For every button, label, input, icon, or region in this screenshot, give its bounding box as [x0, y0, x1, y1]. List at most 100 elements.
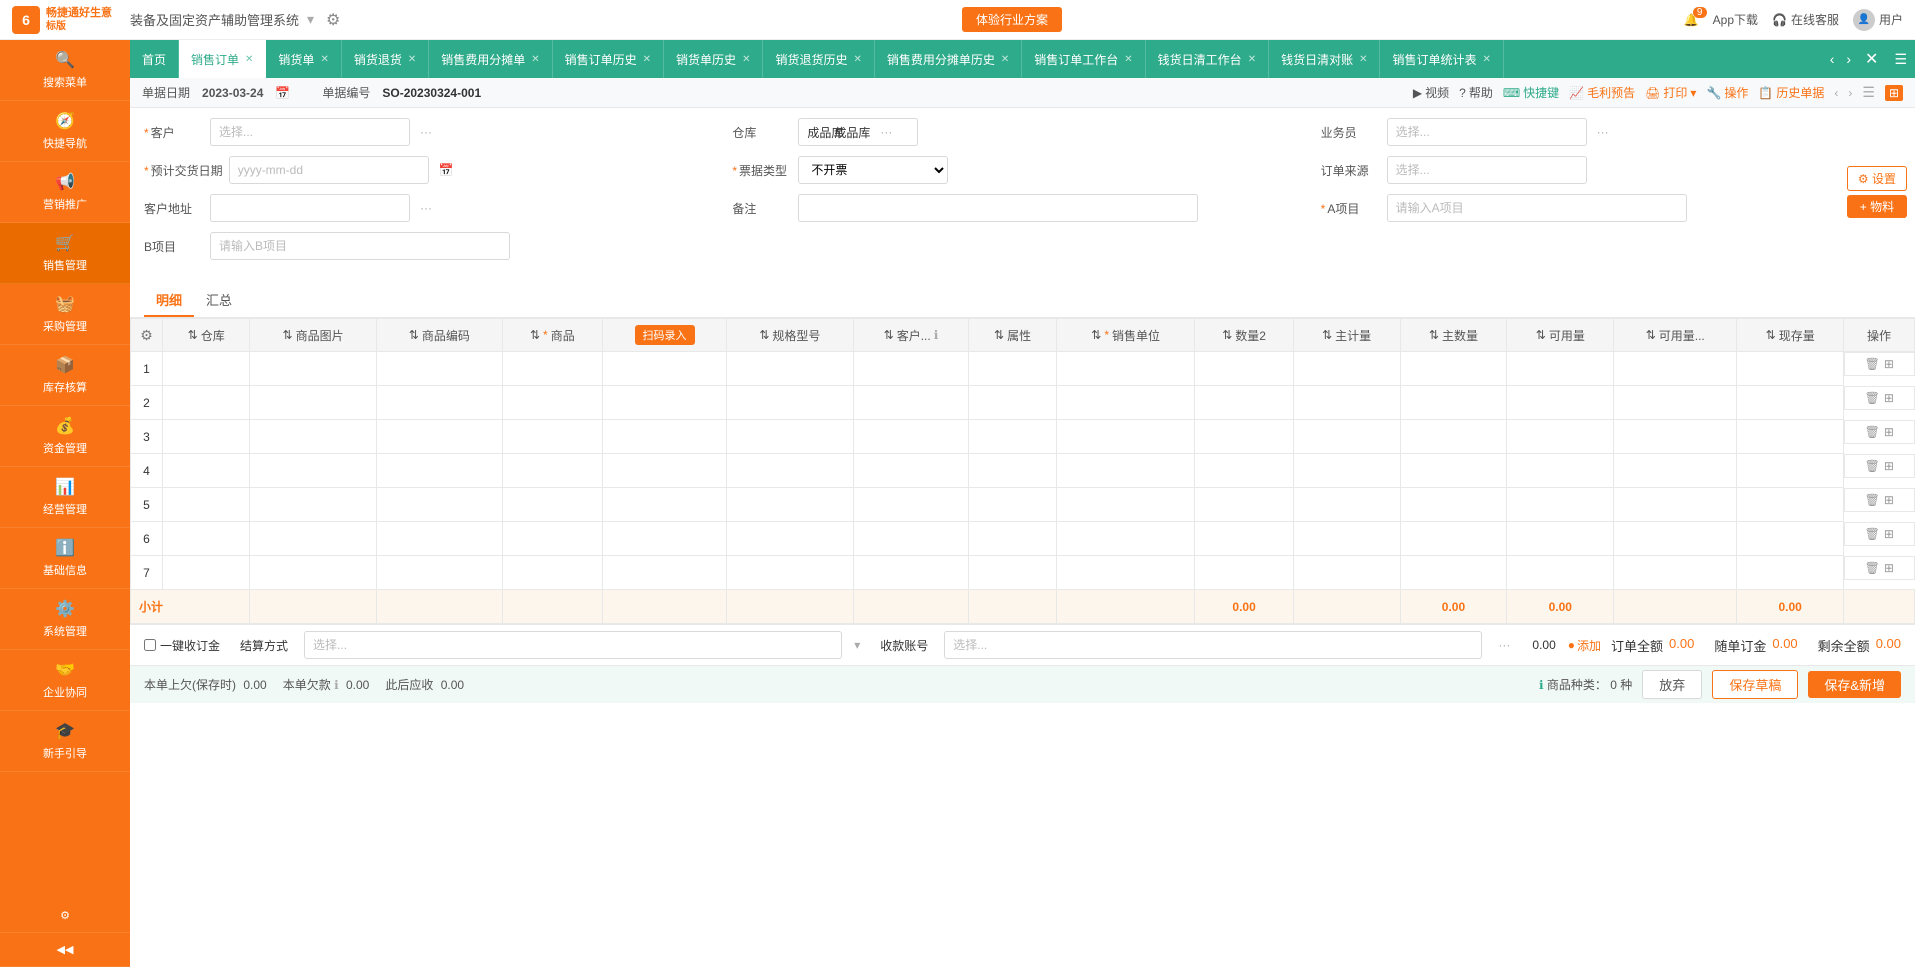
col-scan[interactable]: 扫码录入 [602, 319, 727, 352]
save-new-button[interactable]: 保存&新增 [1808, 671, 1901, 698]
profit-btn[interactable]: 📈 毛利预告 [1569, 84, 1635, 101]
date-picker-icon[interactable]: 📅 [439, 163, 454, 177]
copy-row-3-icon[interactable]: ⊞ [1884, 425, 1894, 439]
app-download-link[interactable]: App下载 [1713, 11, 1758, 28]
close-invoice-history-tab[interactable]: ✕ [742, 54, 750, 65]
address-input[interactable] [210, 194, 410, 222]
tab-invoice-history[interactable]: 销货单历史 ✕ [664, 40, 763, 78]
save-draft-button[interactable]: 保存草稿 [1712, 670, 1798, 699]
order-source-input[interactable] [1387, 156, 1587, 184]
user-area[interactable]: 👤 用户 [1853, 9, 1903, 31]
project-a-input[interactable] [1387, 194, 1687, 222]
tab-sales-invoice[interactable]: 销货单 ✕ [266, 40, 341, 78]
add-payment-btn[interactable]: ● 添加 [1568, 637, 1601, 654]
sidebar-settings[interactable]: ⚙ [0, 899, 130, 933]
delete-row-2-icon[interactable]: 🗑 [1865, 391, 1880, 405]
print-dropdown-icon[interactable]: ▾ [1690, 86, 1696, 100]
system-dropdown-icon[interactable]: ▾ [307, 11, 314, 28]
tab-home[interactable]: 首页 [130, 40, 179, 78]
copy-row-2-icon[interactable]: ⊞ [1884, 391, 1894, 405]
row-main-unit-1[interactable] [1293, 352, 1400, 386]
sidebar-item-info[interactable]: ℹ️ 基础信息 [0, 528, 130, 589]
delete-row-4-icon[interactable]: 🗑 [1865, 459, 1880, 473]
row-spec-1[interactable] [727, 352, 853, 386]
ops-btn[interactable]: 🔧 操作 [1706, 84, 1748, 101]
tab-order-workbench[interactable]: 销售订单工作台 ✕ [1022, 40, 1145, 78]
close-expense-tab[interactable]: ✕ [531, 54, 539, 65]
delete-row-3-icon[interactable]: 🗑 [1865, 425, 1880, 439]
warehouse-more-btn[interactable]: ··· [880, 125, 892, 139]
copy-row-7-icon[interactable]: ⊞ [1884, 561, 1894, 575]
sidebar-item-system[interactable]: ⚙️ 系统管理 [0, 589, 130, 650]
close-workbench-tab[interactable]: ✕ [1124, 54, 1132, 65]
solution-button[interactable]: 体验行业方案 [962, 7, 1062, 32]
row-main-qty-1[interactable] [1400, 352, 1507, 386]
customer-input[interactable] [210, 118, 410, 146]
nav-right-icon[interactable]: › [1848, 86, 1852, 100]
delivery-date-input[interactable] [229, 156, 429, 184]
row-product-1[interactable] [502, 352, 602, 386]
row-qty2-1[interactable] [1195, 352, 1293, 386]
row-warehouse-1[interactable] [163, 352, 250, 386]
help-btn[interactable]: ? 帮助 [1459, 84, 1493, 101]
tab-expense-history[interactable]: 销售费用分摊单历史 ✕ [875, 40, 1022, 78]
close-stats-tab[interactable]: ✕ [1483, 54, 1491, 65]
remark-input[interactable] [798, 194, 1198, 222]
delete-row-6-icon[interactable]: 🗑 [1865, 527, 1880, 541]
calendar-icon[interactable]: 📅 [275, 86, 290, 100]
tab-summary[interactable]: 汇总 [194, 284, 244, 317]
address-more-btn[interactable]: ··· [420, 201, 432, 215]
close-sales-order-tab[interactable]: ✕ [245, 54, 253, 65]
nav-left-icon[interactable]: ‹ [1834, 86, 1838, 100]
online-support-link[interactable]: 🎧在线客服 [1772, 11, 1839, 28]
copy-row-1-icon[interactable]: ⊞ [1884, 357, 1894, 371]
settings-panel-btn[interactable]: ⚙ 设置 [1847, 166, 1907, 191]
warehouse-input[interactable] [798, 118, 918, 146]
copy-row-6-icon[interactable]: ⊞ [1884, 527, 1894, 541]
sidebar-item-finance[interactable]: 💰 资金管理 [0, 406, 130, 467]
sidebar-item-guide[interactable]: 🎓 新手引导 [0, 711, 130, 772]
notification-bell[interactable]: 🔔 9 [1684, 13, 1699, 27]
row-sku-1[interactable] [376, 352, 502, 386]
sidebar-item-management[interactable]: 📊 经营管理 [0, 467, 130, 528]
grid-view-icon[interactable]: ⊞ [1885, 85, 1903, 101]
sidebar-item-search[interactable]: 🔍 搜索菜单 [0, 40, 130, 101]
nav-prev-arrow[interactable]: ‹ [1824, 51, 1841, 67]
tab-sales-order[interactable]: 销售订单 ✕ [179, 40, 266, 78]
discard-button[interactable]: 放弃 [1642, 670, 1702, 699]
sidebar-item-inventory[interactable]: 📦 库存核算 [0, 345, 130, 406]
col-settings[interactable]: ⚙ [131, 319, 163, 352]
view-video-btn[interactable]: ▶ 视频 [1413, 84, 1449, 101]
delete-row-5-icon[interactable]: 🗑 [1865, 493, 1880, 507]
sidebar-collapse[interactable]: ◀◀ [0, 933, 130, 967]
close-sales-return-tab[interactable]: ✕ [408, 54, 416, 65]
scan-btn[interactable]: 扫码录入 [635, 325, 695, 345]
row-attr-1[interactable] [969, 352, 1056, 386]
tab-expense-split[interactable]: 销售费用分摊单 ✕ [429, 40, 552, 78]
one-click-checkbox[interactable] [144, 639, 156, 651]
salesperson-more-btn[interactable]: ··· [1597, 125, 1609, 139]
copy-row-5-icon[interactable]: ⊞ [1884, 493, 1894, 507]
add-material-btn[interactable]: + 物料 [1847, 195, 1907, 218]
customer-more-btn[interactable]: ··· [420, 125, 432, 139]
row-image-1[interactable] [250, 352, 376, 386]
close-expense-history-tab[interactable]: ✕ [1001, 54, 1009, 65]
sidebar-item-nav[interactable]: 🧭 快捷导航 [0, 101, 130, 162]
tab-order-history[interactable]: 销售订单历史 ✕ [553, 40, 664, 78]
nav-next-arrow[interactable]: › [1840, 51, 1857, 67]
payment-method-dropdown[interactable]: ▾ [854, 638, 860, 652]
project-b-input[interactable] [210, 232, 510, 260]
row-avail2-1[interactable] [1614, 352, 1737, 386]
history-btn[interactable]: 📋 历史单据 [1758, 84, 1824, 101]
close-reconcile-tab[interactable]: ✕ [1359, 54, 1367, 65]
delete-row-1-icon[interactable]: 🗑 [1865, 357, 1880, 371]
sidebar-item-marketing[interactable]: 📢 营销推广 [0, 162, 130, 223]
row-cust-code-1[interactable] [853, 352, 969, 386]
list-view-icon[interactable]: ☰ [1862, 84, 1875, 101]
shortcut-btn[interactable]: ⌨ 快捷键 [1503, 84, 1559, 101]
payment-account-more[interactable]: ··· [1498, 638, 1510, 652]
one-click-checkbox-label[interactable]: 一键收订金 [144, 637, 220, 654]
row-unit-1[interactable] [1056, 352, 1195, 386]
delete-row-7-icon[interactable]: 🗑 [1865, 561, 1880, 575]
sidebar-item-purchase[interactable]: 🧺 采购管理 [0, 284, 130, 345]
